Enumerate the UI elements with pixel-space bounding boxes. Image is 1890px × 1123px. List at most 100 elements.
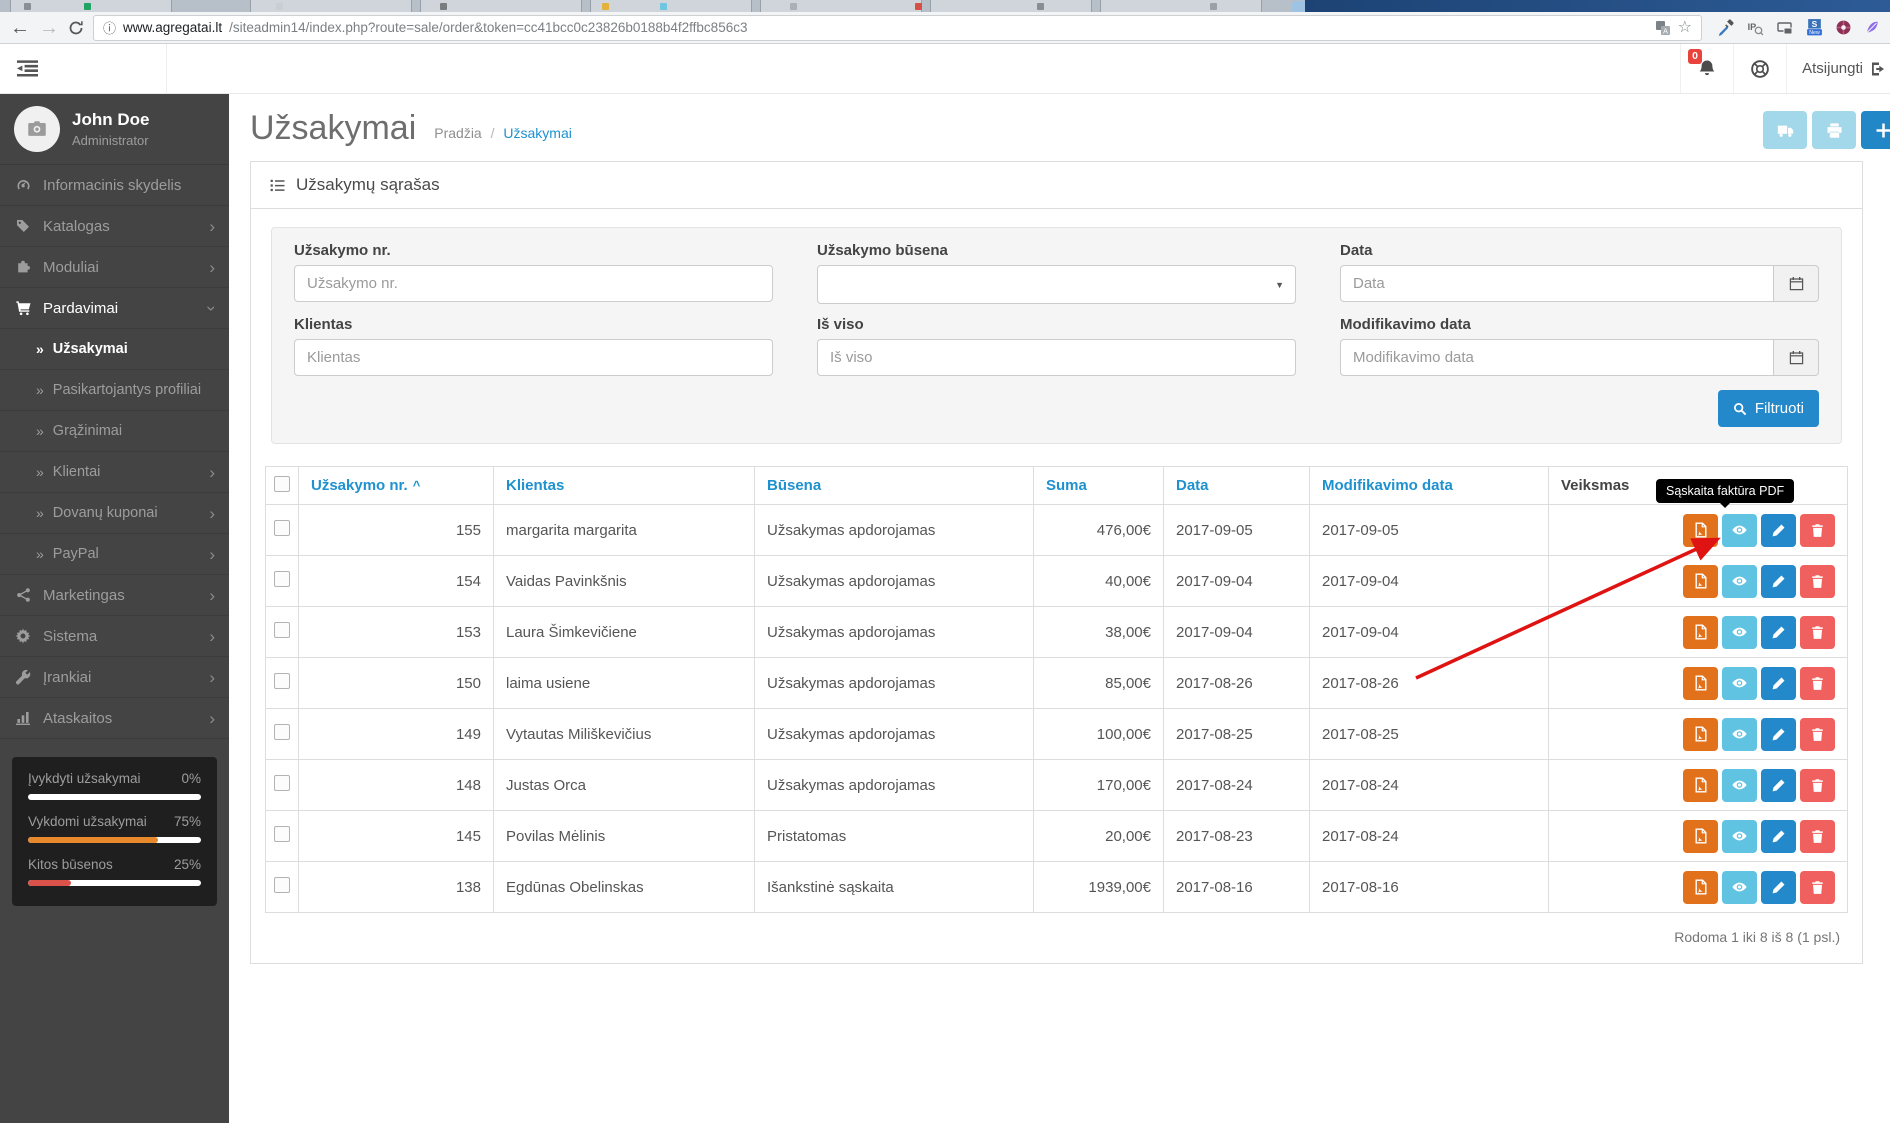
sidebar-item-įrankiai[interactable]: Įrankiai › xyxy=(0,657,229,698)
invoice-pdf-button[interactable] xyxy=(1683,564,1718,598)
row-checkbox[interactable] xyxy=(274,724,290,741)
sidebar-subitem-klientai[interactable]: » Klientai › xyxy=(0,452,229,493)
column-header-užsakymo-nr[interactable]: Užsakymo nr. xyxy=(311,477,408,494)
browser-tab[interactable] xyxy=(250,0,412,12)
filter-button[interactable]: Filtruoti xyxy=(1717,390,1819,428)
column-header-suma[interactable]: Suma xyxy=(1046,477,1087,494)
browser-tab[interactable] xyxy=(1100,0,1262,12)
shipping-list-button[interactable] xyxy=(1763,111,1807,150)
delete-button[interactable] xyxy=(1800,564,1835,598)
invoice-pdf-button[interactable] xyxy=(1683,768,1718,802)
calendar-button[interactable] xyxy=(1774,339,1819,377)
view-button[interactable] xyxy=(1722,513,1757,547)
row-checkbox[interactable] xyxy=(274,826,290,843)
add-order-button[interactable] xyxy=(1861,111,1890,150)
edit-button[interactable] xyxy=(1761,615,1796,649)
screenshot-extension-icon[interactable] xyxy=(1835,19,1852,36)
breadcrumb-current-link[interactable]: Užsakymai xyxy=(503,125,571,141)
sidebar-item-katalogas[interactable]: Katalogas › xyxy=(0,206,229,247)
calendar-button[interactable] xyxy=(1774,265,1819,303)
row-checkbox[interactable] xyxy=(274,622,290,639)
select-all-checkbox[interactable] xyxy=(274,475,290,492)
browser-tab-strip[interactable] xyxy=(0,0,1890,12)
edit-button[interactable] xyxy=(1761,666,1796,700)
browser-tab[interactable] xyxy=(10,0,172,12)
edit-button[interactable] xyxy=(1761,768,1796,802)
delete-button[interactable] xyxy=(1800,717,1835,751)
logout-button[interactable]: Atsijungti xyxy=(1786,44,1890,93)
edit-button[interactable] xyxy=(1761,819,1796,853)
browser-tab[interactable] xyxy=(930,0,1092,12)
edit-button[interactable] xyxy=(1761,717,1796,751)
sidebar-item-sistema[interactable]: Sistema › xyxy=(0,616,229,657)
row-checkbox[interactable] xyxy=(274,775,290,792)
invoice-pdf-button[interactable] xyxy=(1683,513,1718,547)
invoice-pdf-button[interactable] xyxy=(1683,870,1718,904)
view-button[interactable] xyxy=(1722,666,1757,700)
sidebar-subitem-užsakymai[interactable]: » Užsakymai › xyxy=(0,329,229,370)
modifikavimo-data-input[interactable] xyxy=(1340,339,1774,377)
row-checkbox[interactable] xyxy=(274,520,290,537)
view-button[interactable] xyxy=(1722,870,1757,904)
delete-button[interactable] xyxy=(1800,615,1835,649)
sidebar-subitem-dovanų-kuponai[interactable]: » Dovanų kuponai › xyxy=(0,493,229,534)
data-input[interactable] xyxy=(1340,265,1774,303)
column-header-būsena[interactable]: Būsena xyxy=(767,477,821,494)
back-button[interactable]: ← xyxy=(10,18,30,38)
row-checkbox[interactable] xyxy=(274,877,290,894)
edit-button[interactable] xyxy=(1761,513,1796,547)
edit-button[interactable] xyxy=(1761,870,1796,904)
notifications-button[interactable]: 0 xyxy=(1680,44,1733,93)
breadcrumb-home-link[interactable]: Pradžia xyxy=(434,125,481,141)
support-button[interactable] xyxy=(1733,44,1786,93)
address-bar[interactable]: ⓘ www.agregatai.lt /siteadmin14/index.ph… xyxy=(93,14,1702,41)
delete-button[interactable] xyxy=(1800,768,1835,802)
sidebar-toggle-icon[interactable] xyxy=(17,60,38,77)
refresh-button[interactable] xyxy=(68,20,84,36)
view-button[interactable] xyxy=(1722,564,1757,598)
delete-button[interactable] xyxy=(1800,513,1835,547)
print-invoice-button[interactable] xyxy=(1812,111,1856,150)
view-button[interactable] xyxy=(1722,615,1757,649)
sidebar-subitem-grąžinimai[interactable]: » Grąžinimai › xyxy=(0,411,229,452)
forward-button[interactable]: → xyxy=(39,18,59,38)
invoice-pdf-button[interactable] xyxy=(1683,666,1718,700)
invoice-pdf-button[interactable] xyxy=(1683,819,1718,853)
sidebar-item-ataskaitos[interactable]: Ataskaitos › xyxy=(0,698,229,739)
browser-tab[interactable] xyxy=(760,0,922,12)
užsakymo-nr-input[interactable] xyxy=(294,265,773,303)
ip-lookup-icon[interactable]: IP xyxy=(1746,19,1764,36)
view-button[interactable] xyxy=(1722,768,1757,802)
row-checkbox[interactable] xyxy=(274,571,290,588)
avatar[interactable] xyxy=(14,106,60,152)
delete-button[interactable] xyxy=(1800,819,1835,853)
feather-extension-icon[interactable] xyxy=(1864,19,1880,36)
sidebar-item-pardavimai[interactable]: Pardavimai › xyxy=(0,288,229,329)
view-button[interactable] xyxy=(1722,717,1757,751)
translate-icon[interactable]: A xyxy=(1655,20,1671,36)
sidebar-item-moduliai[interactable]: Moduliai › xyxy=(0,247,229,288)
eyedropper-icon[interactable] xyxy=(1717,19,1734,36)
invoice-pdf-button[interactable] xyxy=(1683,717,1718,751)
delete-button[interactable] xyxy=(1800,666,1835,700)
iš-viso-input[interactable] xyxy=(817,339,1296,377)
užsakymo-būsena-select[interactable]: ▼ xyxy=(817,265,1296,305)
bookmark-star-icon[interactable]: ☆ xyxy=(1678,19,1692,36)
s-extension-icon[interactable]: S New xyxy=(1806,18,1823,37)
sidebar-item-marketingas[interactable]: Marketingas › xyxy=(0,575,229,616)
page-info-icon[interactable]: ⓘ xyxy=(103,18,116,37)
column-header-klientas[interactable]: Klientas xyxy=(506,477,564,494)
sidebar-item-informacinis-skydelis[interactable]: Informacinis skydelis › xyxy=(0,165,229,206)
sidebar-subitem-paypal[interactable]: » PayPal › xyxy=(0,534,229,575)
edit-button[interactable] xyxy=(1761,564,1796,598)
row-checkbox[interactable] xyxy=(274,673,290,690)
view-button[interactable] xyxy=(1722,819,1757,853)
cast-icon[interactable] xyxy=(1776,20,1794,36)
column-header-modifikavimo-data[interactable]: Modifikavimo data xyxy=(1322,477,1453,494)
column-header-data[interactable]: Data xyxy=(1176,477,1209,494)
klientas-input[interactable] xyxy=(294,339,773,377)
delete-button[interactable] xyxy=(1800,870,1835,904)
invoice-pdf-button[interactable] xyxy=(1683,615,1718,649)
browser-tab[interactable] xyxy=(590,0,752,12)
sidebar-subitem-pasikartojantys-profiliai[interactable]: » Pasikartojantys profiliai › xyxy=(0,370,229,411)
